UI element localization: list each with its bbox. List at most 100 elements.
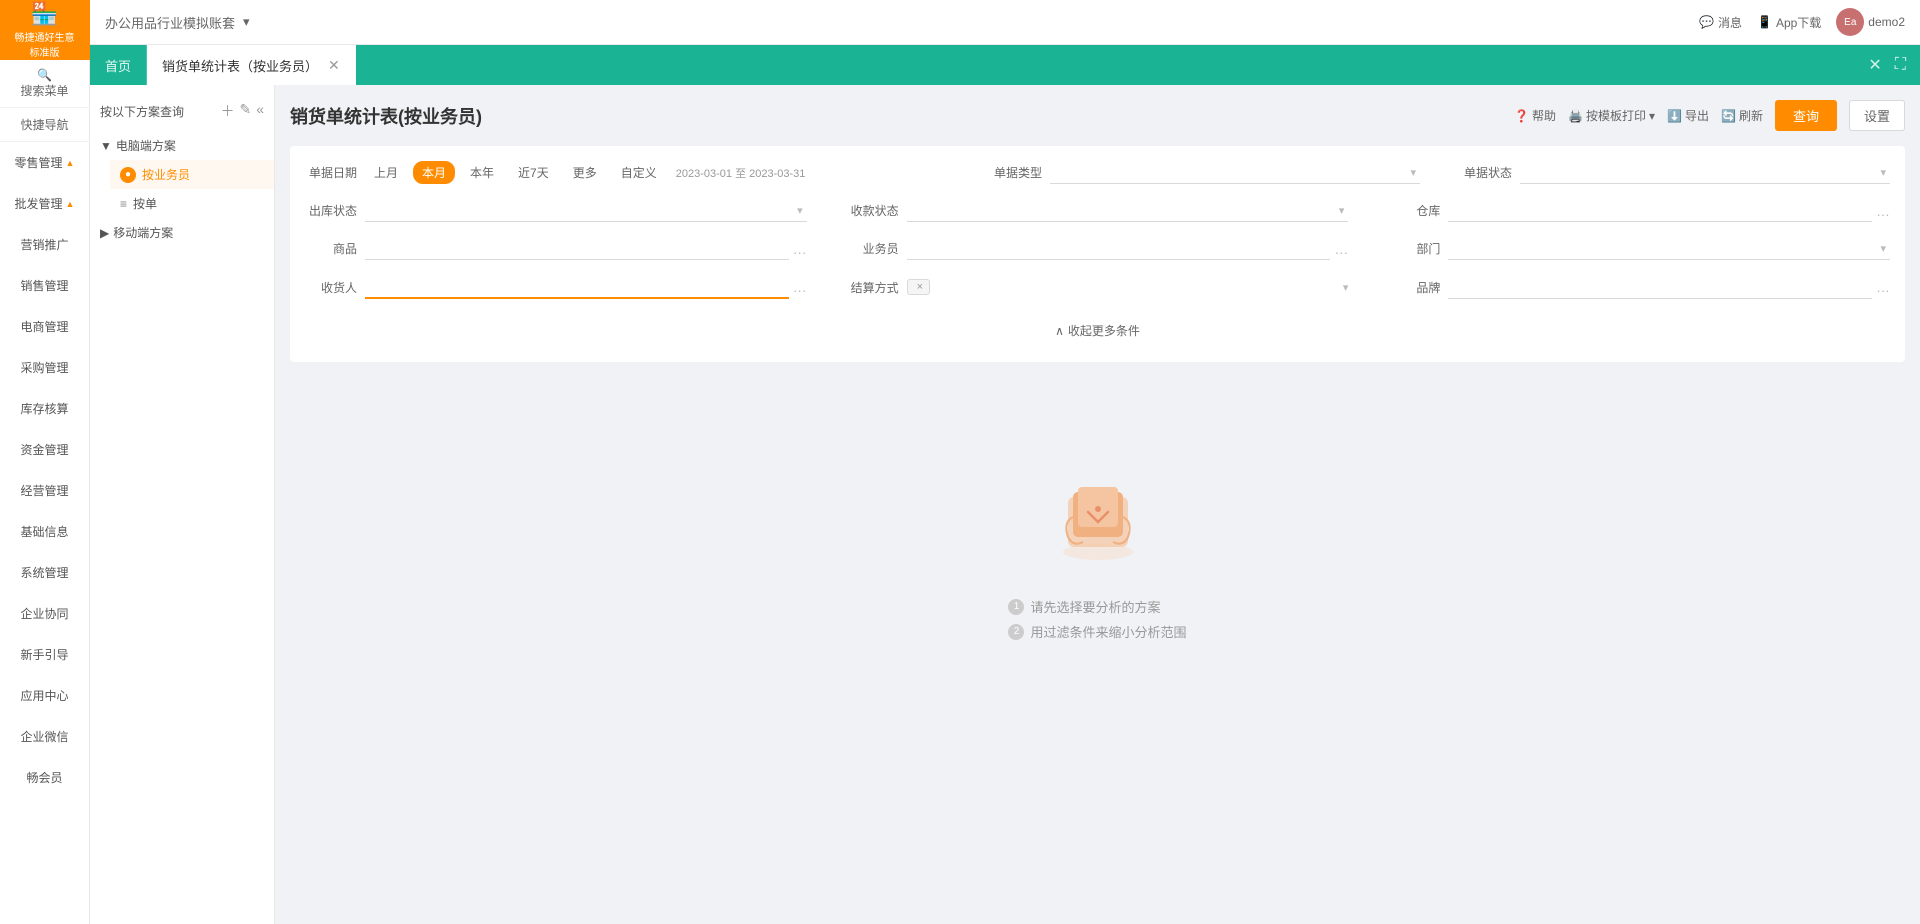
settings-btn[interactable]: 设置 [1849,100,1905,131]
scheme-by-salesperson[interactable]: ● 按业务员 [110,160,274,189]
delivery-select[interactable]: ▾ [365,200,807,222]
query-btn[interactable]: 查询 [1775,100,1837,131]
settlement-tag-clear[interactable]: × [917,281,923,293]
export-btn[interactable]: ⬇️ 导出 [1667,107,1709,124]
sidebar-item-newbie[interactable]: 新手引导 [0,634,89,675]
user-profile[interactable]: Ea demo2 [1836,8,1905,36]
sidebar-item-marketing[interactable]: 营销推广 [0,224,89,265]
content-area: 按以下方案查询 ＋ ✎ « ▼ 电脑端方案 ● [90,85,1920,924]
sidebar-item-ecommerce[interactable]: 电商管理 [0,306,89,347]
consignee-input[interactable] [365,275,789,299]
department-select[interactable]: ▾ [1448,238,1890,260]
sidebar-item-retail[interactable]: 零售管理 ▲ [0,142,89,183]
mobile-scheme[interactable]: ▶ 移动端方案 [90,218,274,247]
sidebar-item-appscenter-label: 应用中心 [20,689,68,703]
sidebar-item-purchase[interactable]: 采购管理 [0,347,89,388]
doc-status-select[interactable]: ▾ [1520,162,1890,184]
desktop-scheme-arrow: ▼ [100,139,112,153]
tab-close-btn[interactable]: ✕ [328,57,340,74]
add-scheme-btn[interactable]: ＋ [220,101,234,121]
collapse-bar[interactable]: ∧ 收起更多条件 [305,314,1890,347]
warehouse-dots[interactable]: … [1876,203,1890,219]
tab-close-all-btn[interactable]: ✕ [1864,51,1885,79]
payment-label: 收款状态 [847,202,899,219]
tab-sales-stats-label: 销货单统计表（按业务员） [162,56,318,75]
tip-num-1: 1 [1008,599,1024,615]
sidebar-item-sales-label: 销售管理 [20,279,68,293]
doc-type-arrow: ▾ [1410,166,1416,179]
sidebar-search[interactable]: 🔍 搜索菜单 [0,60,90,108]
goods-dots[interactable]: … [793,241,807,257]
collapse-panel-btn[interactable]: « [256,101,264,121]
payment-select[interactable]: ▾ [907,200,1349,222]
export-label: 导出 [1685,107,1709,124]
sidebar-item-wholesale[interactable]: 批发管理 ▲ [0,183,89,224]
sidebar-item-member[interactable]: 畅会员 [0,757,89,798]
warehouse-label: 仓库 [1388,202,1440,219]
app-download-btn[interactable]: 📱 App下载 [1757,14,1821,31]
filter-brand-field: 品牌 … [1388,276,1890,299]
refresh-icon: 🔄 [1721,109,1736,123]
scheme-active-dot: ● [120,167,136,183]
filter-row-4: 收货人 … 结算方式 × ▾ [305,275,1890,299]
empty-tip-1: 1 请先选择要分析的方案 [1008,597,1186,616]
sidebar-item-operations[interactable]: 经营管理 [0,470,89,511]
payment-arrow: ▾ [1339,204,1345,217]
salesperson-input[interactable] [907,237,1331,260]
app-logo[interactable]: 🏪 畅捷通好生意 标准版 [0,0,90,60]
date-btn-this-month[interactable]: 本月 [413,161,455,184]
date-btn-custom[interactable]: 自定义 [612,161,666,184]
edit-scheme-btn[interactable]: ✎ [239,101,251,121]
sidebar-item-system[interactable]: 系统管理 [0,552,89,593]
doc-type-select[interactable]: ▾ [1050,162,1420,184]
message-btn[interactable]: 💬 消息 [1699,14,1742,31]
logo-text: 畅捷通好生意 [15,29,75,44]
filter-warehouse-field: 仓库 … [1388,199,1890,222]
desktop-scheme[interactable]: ▼ 电脑端方案 [90,131,274,160]
breadcrumb-text: 办公用品行业模拟账套 [105,13,235,32]
brand-dots[interactable]: … [1876,279,1890,295]
warehouse-input[interactable] [1448,199,1872,222]
salesperson-label: 业务员 [847,240,899,257]
template-print-label: 按模板打印 [1586,107,1646,124]
filter-delivery-field: 出库状态 ▾ [305,200,807,222]
tab-bar-actions: ✕ ⛶ [1864,51,1920,79]
sidebar-quick-nav[interactable]: 快捷导航 [0,108,90,142]
header-actions: 💬 消息 📱 App下载 Ea demo2 [1699,8,1905,36]
sidebar-item-sales[interactable]: 销售管理 [0,265,89,306]
tab-sales-stats[interactable]: 销货单统计表（按业务员） ✕ [147,45,356,85]
sidebar-item-finance[interactable]: 资金管理 [0,429,89,470]
message-icon: 💬 [1699,15,1714,29]
sidebar-item-inventory[interactable]: 库存核算 [0,388,89,429]
goods-input[interactable] [365,237,789,260]
filter-doc-status-field: 单据状态 ▾ [1460,162,1890,184]
sidebar-item-wholesale-arrow: ▲ [66,199,75,209]
salesperson-dots[interactable]: … [1334,241,1348,257]
date-btn-this-year[interactable]: 本年 [461,161,503,184]
sidebar-item-enterprise[interactable]: 企业协同 [0,593,89,634]
app-download-icon: 📱 [1757,15,1772,29]
help-btn[interactable]: ❓ 帮助 [1514,107,1556,124]
refresh-btn[interactable]: 🔄 刷新 [1721,107,1763,124]
department-label: 部门 [1388,240,1440,257]
template-print-btn[interactable]: 🖨️ 按模板打印 ▾ [1568,107,1655,124]
filter-settlement-field: 结算方式 × ▾ [847,279,1349,296]
date-btn-last-month[interactable]: 上月 [365,161,407,184]
scheme-by-order[interactable]: ≡ 按单 [110,189,274,218]
date-btn-more[interactable]: 更多 [564,161,606,184]
sidebar-item-basic[interactable]: 基础信息 [0,511,89,552]
tab-home[interactable]: 首页 [90,45,147,85]
tab-expand-btn[interactable]: ⛶ [1891,52,1910,78]
consignee-dots[interactable]: … [793,279,807,295]
breadcrumb-arrow[interactable]: ▾ [243,14,250,30]
collapse-icon: ∧ [1055,324,1064,338]
filter-row-3: 商品 … 业务员 … 部门 [305,237,1890,260]
brand-input[interactable] [1448,276,1872,299]
date-btn-last-7-days[interactable]: 近7天 [509,161,558,184]
right-content: 销货单统计表(按业务员) ❓ 帮助 🖨️ 按模板打印 ▾ ⬇️ [275,85,1920,924]
logo-subtext: 标准版 [30,44,60,59]
sidebar-item-finance-label: 资金管理 [20,443,68,457]
sidebar-item-enterprise-wechat[interactable]: 企业微信 [0,716,89,757]
sidebar-item-appscenter[interactable]: 应用中心 [0,675,89,716]
settlement-tag: × [907,279,930,295]
